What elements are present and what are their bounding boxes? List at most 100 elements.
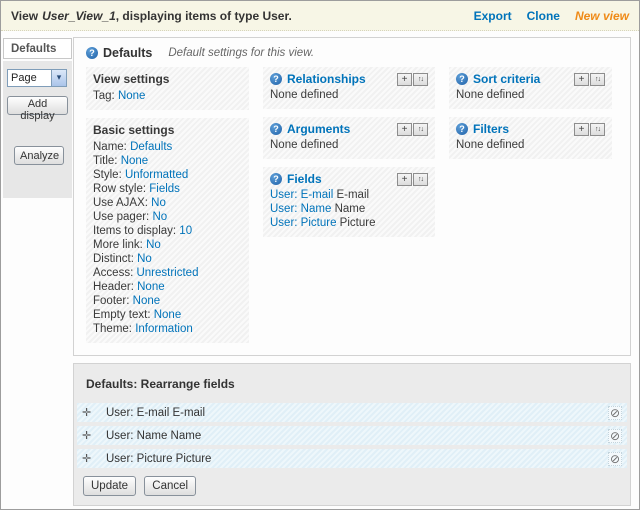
remove-icon[interactable]: ⊘ (608, 451, 622, 466)
arguments-title-link[interactable]: Arguments (287, 122, 350, 136)
setting-value-link[interactable]: Fields (149, 183, 180, 195)
field-row: User: E-mail E-mail (270, 188, 428, 202)
update-button[interactable]: Update (83, 476, 137, 496)
setting-label: Title: (93, 155, 118, 167)
rearrange-row-label: User: E-mail E-mail (106, 406, 206, 419)
setting-value-link[interactable]: Unformatted (125, 169, 188, 181)
drag-handle-icon[interactable]: ✛ (82, 452, 96, 465)
rearrange-title: Defaults: Rearrange fields (86, 377, 235, 391)
setting-label: More link: (93, 239, 143, 251)
fields-title-link[interactable]: Fields (287, 172, 322, 186)
chevron-down-icon: ▾ (51, 70, 66, 86)
rearrange-icon-button[interactable]: ↑↓ (413, 72, 428, 86)
settings-grid: View settings Tag: None Basic settings N… (74, 65, 630, 355)
rearrange-row-label: User: Name Name (106, 429, 202, 442)
setting-label: Name: (93, 141, 127, 153)
setting-value-link[interactable]: Unrestricted (136, 267, 198, 279)
relationships-title-link[interactable]: Relationships (287, 72, 366, 86)
rearrange-icon-button[interactable]: ↑↓ (590, 122, 605, 136)
field-label: E-mail (336, 189, 370, 201)
setting-value-link[interactable]: No (146, 239, 161, 251)
setting-value-link[interactable]: No (151, 197, 166, 209)
tag-value-link[interactable]: None (118, 90, 146, 102)
setting-label: Use pager: (93, 211, 150, 223)
display-controls-panel: Page ▾ Add display Analyze (3, 61, 72, 198)
arguments-empty-text: None defined (270, 139, 339, 151)
header-actions: Export Clone New view (474, 9, 629, 23)
settings-column-2: ? Relationships + ↑↓ None defined ? Argu… (263, 67, 435, 237)
filters-empty-text: None defined (456, 139, 525, 151)
field-link[interactable]: User: Picture (270, 217, 336, 229)
setting-label: Access: (93, 267, 134, 279)
page-header: View User_View_1, displaying items of typ… (1, 1, 639, 31)
setting-label: Use AJAX: (93, 197, 148, 209)
view-settings-title: View settings (93, 72, 170, 86)
fields-buttons: + ↑↓ (397, 172, 428, 186)
setting-value-link[interactable]: No (152, 211, 167, 223)
sort-criteria-title-link[interactable]: Sort criteria (473, 72, 540, 86)
remove-icon[interactable]: ⊘ (608, 405, 622, 420)
setting-value-link[interactable]: None (121, 155, 149, 167)
drag-handle-icon[interactable]: ✛ (82, 429, 96, 442)
basic-settings-title: Basic settings (93, 123, 175, 137)
display-settings-box: ? Defaults Default settings for this vie… (73, 37, 631, 356)
add-icon-button[interactable]: + (397, 172, 412, 186)
setting-value-link[interactable]: Information (135, 323, 193, 335)
add-icon-button[interactable]: + (574, 122, 589, 136)
drag-handle-icon[interactable]: ✛ (82, 406, 96, 419)
relationships-box: ? Relationships + ↑↓ None defined (263, 67, 435, 109)
add-icon-button[interactable]: + (397, 72, 412, 86)
view-name: User_View_1 (42, 8, 116, 23)
setting-value-link[interactable]: None (154, 309, 182, 321)
clone-link[interactable]: Clone (527, 9, 560, 23)
add-icon-button[interactable]: + (397, 122, 412, 136)
display-heading: Defaults (103, 46, 153, 60)
export-link[interactable]: Export (474, 9, 512, 23)
setting-value-link[interactable]: Defaults (130, 141, 172, 153)
field-label: Name (334, 203, 366, 215)
setting-label: Style: (93, 169, 122, 181)
rearrange-fields-box: Defaults: Rearrange fields ✛ User: E-mai… (73, 363, 631, 506)
display-description: Default settings for this view. (168, 47, 315, 59)
help-icon[interactable]: ? (270, 173, 282, 185)
rearrange-row: ✛ User: Name Name ⊘ (77, 426, 627, 445)
views-admin-screen: View User_View_1, displaying items of typ… (0, 0, 640, 510)
setting-label: Footer: (93, 295, 130, 307)
rearrange-icon-button[interactable]: ↑↓ (590, 72, 605, 86)
add-icon-button[interactable]: + (574, 72, 589, 86)
display-type-select-value: Page (11, 72, 37, 84)
setting-value-link[interactable]: None (137, 281, 165, 293)
setting-value-link[interactable]: No (137, 253, 152, 265)
remove-icon[interactable]: ⊘ (608, 428, 622, 443)
setting-value-link[interactable]: None (133, 295, 161, 307)
rearrange-row-label: User: Picture Picture (106, 452, 212, 465)
setting-row: Empty text: None (93, 308, 242, 322)
add-display-button[interactable]: Add display (7, 96, 68, 122)
help-icon[interactable]: ? (86, 47, 98, 59)
relationships-buttons: + ↑↓ (397, 72, 428, 86)
setting-label: Header: (93, 281, 134, 293)
setting-row: Footer: None (93, 294, 242, 308)
help-icon[interactable]: ? (270, 73, 282, 85)
field-link[interactable]: User: E-mail (270, 189, 333, 201)
fields-box: ? Fields + ↑↓ User: E-mail E-mail User: … (263, 167, 435, 237)
setting-value-link[interactable]: 10 (179, 225, 192, 237)
help-icon[interactable]: ? (456, 73, 468, 85)
help-icon[interactable]: ? (270, 123, 282, 135)
rearrange-row: ✛ User: E-mail E-mail ⊘ (77, 403, 627, 422)
sort-criteria-box: ? Sort criteria + ↑↓ None defined (449, 67, 612, 109)
rearrange-icon-button[interactable]: ↑↓ (413, 122, 428, 136)
analyze-button[interactable]: Analyze (14, 146, 64, 165)
filters-buttons: + ↑↓ (574, 122, 605, 136)
settings-column-3: ? Sort criteria + ↑↓ None defined ? Filt… (449, 67, 612, 159)
display-type-select[interactable]: Page ▾ (7, 69, 67, 87)
cancel-button[interactable]: Cancel (144, 476, 197, 496)
relationships-empty-text: None defined (270, 89, 339, 101)
new-view-link[interactable]: New view (575, 9, 629, 23)
tab-defaults[interactable]: Defaults (3, 38, 72, 59)
filters-title-link[interactable]: Filters (473, 122, 509, 136)
rearrange-icon-button[interactable]: ↑↓ (413, 172, 428, 186)
setting-row: Name: Defaults (93, 140, 242, 154)
help-icon[interactable]: ? (456, 123, 468, 135)
field-link[interactable]: User: Name (270, 203, 331, 215)
